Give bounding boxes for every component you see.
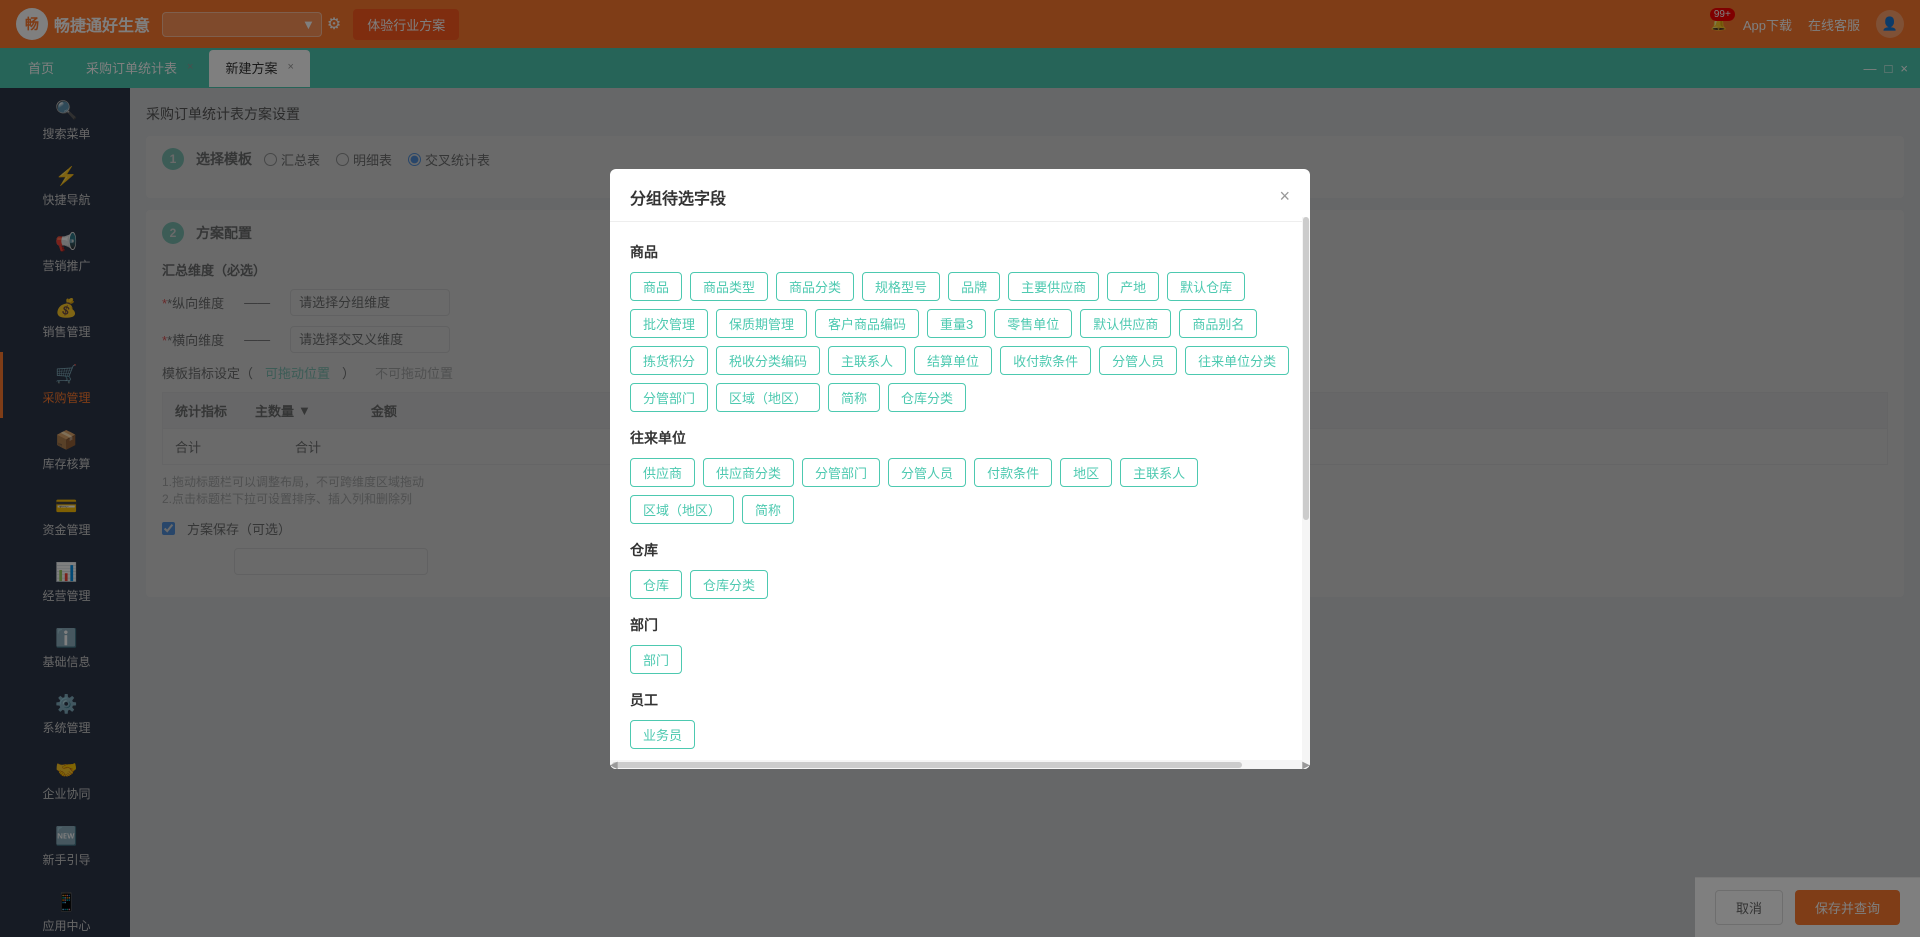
- field-chip-partner-1[interactable]: 供应商分类: [703, 458, 794, 487]
- field-chip-goods-13[interactable]: 默认供应商: [1080, 309, 1171, 338]
- field-chip-goods-15[interactable]: 拣货积分: [630, 346, 708, 375]
- field-chip-partner-2[interactable]: 分管部门: [802, 458, 880, 487]
- modal-scrollbar-track[interactable]: [1302, 217, 1310, 769]
- field-chip-warehouse-0[interactable]: 仓库: [630, 570, 682, 599]
- field-chip-warehouse-1[interactable]: 仓库分类: [690, 570, 768, 599]
- modal-scrollbar-thumb: [1303, 217, 1309, 521]
- scroll-right-arrow[interactable]: ▶: [1302, 760, 1310, 771]
- field-chip-goods-11[interactable]: 重量3: [927, 309, 986, 338]
- field-chip-goods-5[interactable]: 主要供应商: [1008, 272, 1099, 301]
- modal-body: 商品 商品 商品类型 商品分类 规格型号 品牌 主要供应商 产地 默认仓库 批次…: [610, 222, 1310, 761]
- field-chip-goods-18[interactable]: 结算单位: [914, 346, 992, 375]
- field-chip-goods-22[interactable]: 分管部门: [630, 383, 708, 412]
- field-chip-goods-7[interactable]: 默认仓库: [1167, 272, 1245, 301]
- field-chip-goods-23[interactable]: 区域（地区）: [716, 383, 820, 412]
- field-chip-partner-8[interactable]: 简称: [742, 495, 794, 524]
- field-chip-goods-9[interactable]: 保质期管理: [716, 309, 807, 338]
- field-chip-goods-25[interactable]: 仓库分类: [888, 383, 966, 412]
- field-chip-goods-3[interactable]: 规格型号: [862, 272, 940, 301]
- field-grid-warehouse: 仓库 仓库分类: [630, 570, 1290, 599]
- field-chip-goods-12[interactable]: 零售单位: [994, 309, 1072, 338]
- field-chip-goods-6[interactable]: 产地: [1107, 272, 1159, 301]
- field-chip-partner-0[interactable]: 供应商: [630, 458, 695, 487]
- modal-overlay: 分组待选字段 × 商品 商品 商品类型 商品分类 规格型号 品牌 主要供应商 产…: [0, 0, 1920, 937]
- field-chip-goods-20[interactable]: 分管人员: [1099, 346, 1177, 375]
- field-chip-staff-0[interactable]: 业务员: [630, 720, 695, 749]
- field-chip-goods-10[interactable]: 客户商品编码: [815, 309, 919, 338]
- field-chip-dept-0[interactable]: 部门: [630, 645, 682, 674]
- field-chip-partner-6[interactable]: 主联系人: [1120, 458, 1198, 487]
- section-title-warehouse: 仓库: [630, 540, 1290, 560]
- field-chip-partner-7[interactable]: 区域（地区）: [630, 495, 734, 524]
- field-chip-goods-4[interactable]: 品牌: [948, 272, 1000, 301]
- section-title-partner: 往来单位: [630, 428, 1290, 448]
- field-grid-staff: 业务员: [630, 720, 1290, 749]
- field-grid-goods: 商品 商品类型 商品分类 规格型号 品牌 主要供应商 产地 默认仓库 批次管理 …: [630, 272, 1290, 412]
- field-chip-goods-24[interactable]: 简称: [828, 383, 880, 412]
- section-title-dept: 部门: [630, 615, 1290, 635]
- section-title-staff: 员工: [630, 690, 1290, 710]
- field-chip-goods-8[interactable]: 批次管理: [630, 309, 708, 338]
- field-chip-goods-21[interactable]: 往来单位分类: [1185, 346, 1289, 375]
- field-chip-goods-14[interactable]: 商品别名: [1179, 309, 1257, 338]
- field-chip-goods-0[interactable]: 商品: [630, 272, 682, 301]
- field-chip-partner-3[interactable]: 分管人员: [888, 458, 966, 487]
- section-title-goods: 商品: [630, 242, 1290, 262]
- modal-dialog: 分组待选字段 × 商品 商品 商品类型 商品分类 规格型号 品牌 主要供应商 产…: [610, 169, 1310, 769]
- modal-header: 分组待选字段 ×: [610, 169, 1310, 222]
- field-chip-goods-16[interactable]: 税收分类编码: [716, 346, 820, 375]
- modal-close-button[interactable]: ×: [1279, 186, 1290, 207]
- field-grid-dept: 部门: [630, 645, 1290, 674]
- modal-hscrollbar-thumb: [612, 762, 1242, 768]
- scroll-left-arrow[interactable]: ◀: [610, 760, 618, 771]
- modal-hscrollbar-track: ◀ ▶: [610, 760, 1310, 768]
- field-chip-goods-17[interactable]: 主联系人: [828, 346, 906, 375]
- field-chip-partner-4[interactable]: 付款条件: [974, 458, 1052, 487]
- modal-title: 分组待选字段: [630, 185, 726, 209]
- field-chip-partner-5[interactable]: 地区: [1060, 458, 1112, 487]
- field-chip-goods-2[interactable]: 商品分类: [776, 272, 854, 301]
- field-grid-partner: 供应商 供应商分类 分管部门 分管人员 付款条件 地区 主联系人 区域（地区） …: [630, 458, 1290, 524]
- field-chip-goods-1[interactable]: 商品类型: [690, 272, 768, 301]
- field-chip-goods-19[interactable]: 收付款条件: [1000, 346, 1091, 375]
